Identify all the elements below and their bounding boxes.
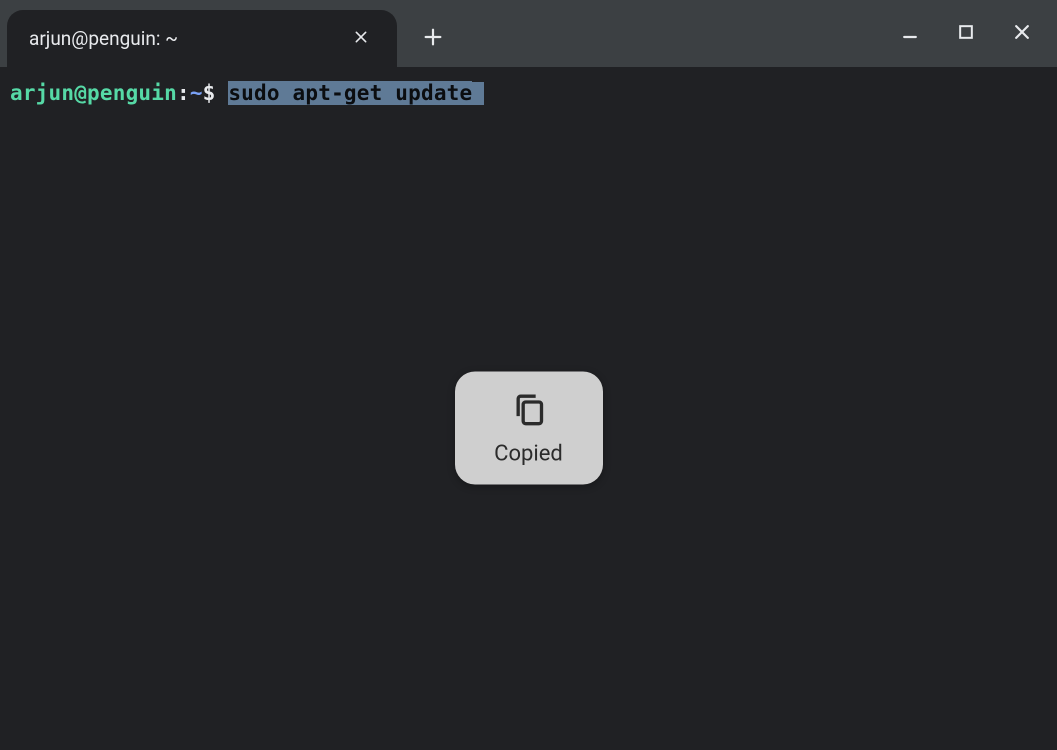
copy-icon: [509, 390, 549, 434]
minimize-icon: [900, 22, 920, 46]
minimize-button[interactable]: [895, 19, 925, 49]
prompt-sigil: $: [203, 81, 216, 105]
copied-toast: Copied: [455, 372, 603, 485]
new-tab-button[interactable]: [409, 15, 457, 63]
close-icon: [1012, 22, 1032, 46]
maximize-icon: [956, 22, 976, 46]
prompt-userhost: arjun@penguin: [10, 81, 177, 105]
command-selected[interactable]: sudo apt-get update: [228, 81, 472, 105]
prompt-separator: :: [177, 81, 190, 105]
tab-active[interactable]: arjun@penguin: ~: [7, 10, 397, 67]
toast-label: Copied: [494, 442, 563, 467]
window-controls: [895, 0, 1049, 67]
prompt-space: [216, 81, 229, 105]
title-bar: arjun@penguin: ~: [0, 0, 1057, 67]
close-icon: [353, 27, 369, 50]
terminal-area[interactable]: arjun@penguin:~$ sudo apt-get update: [0, 67, 1057, 119]
tab-title: arjun@penguin: ~: [29, 27, 347, 50]
plus-icon: [422, 26, 444, 52]
maximize-button[interactable]: [951, 19, 981, 49]
close-window-button[interactable]: [1007, 19, 1037, 49]
prompt-path: ~: [190, 81, 203, 105]
cursor-block: [472, 82, 484, 105]
close-tab-button[interactable]: [347, 25, 375, 53]
